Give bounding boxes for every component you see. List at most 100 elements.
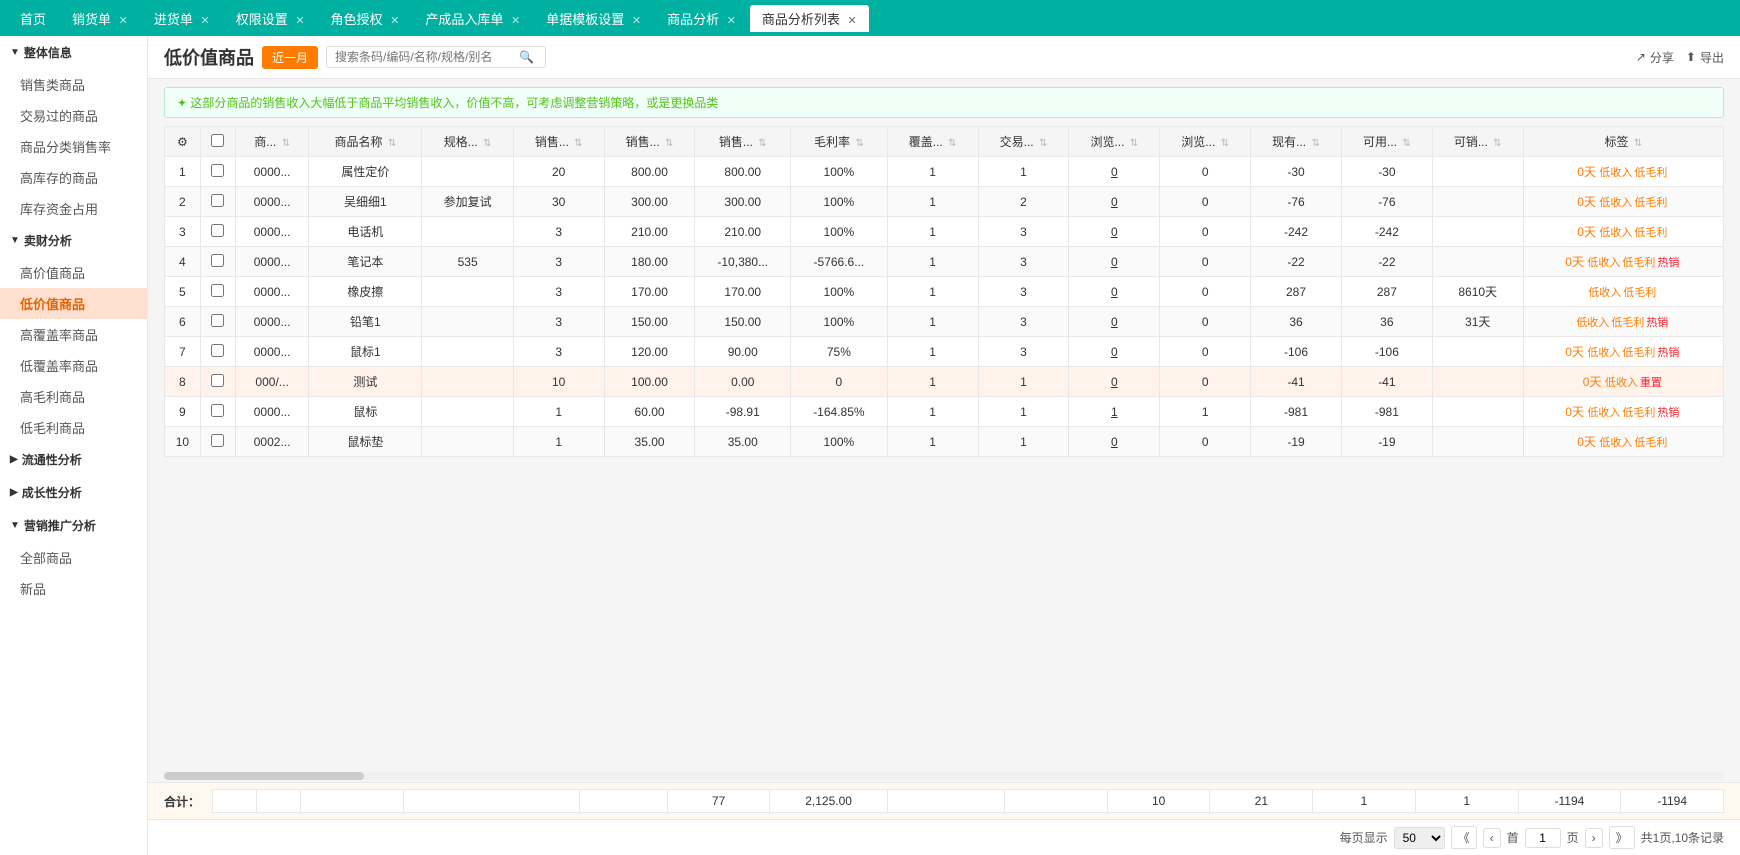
prev-page-button[interactable]: ‹ <box>1483 828 1501 848</box>
sidebar-item-high-inventory[interactable]: 高库存的商品 <box>0 162 147 193</box>
th-avail[interactable]: 可用... ⇅ <box>1341 127 1432 157</box>
th-trade[interactable]: 交易... ⇅ <box>978 127 1069 157</box>
td-checkbox[interactable] <box>200 217 235 247</box>
sidebar-section-liquidity[interactable]: ▶ 流通性分析 <box>0 443 147 476</box>
browse-link[interactable]: 0 <box>1111 225 1118 239</box>
nav-roles[interactable]: 角色授权 ✕ <box>319 5 412 32</box>
sidebar-section-finance[interactable]: ▼ 卖财分析 <box>0 224 147 257</box>
sidebar-item-low-coverage[interactable]: 低覆盖率商品 <box>0 350 147 381</box>
td-checkbox[interactable] <box>200 247 235 277</box>
nav-sales[interactable]: 销货单 ✕ <box>60 5 140 32</box>
td-checkbox[interactable] <box>200 397 235 427</box>
browse-link[interactable]: 0 <box>1111 285 1118 299</box>
td-browse1[interactable]: 0 <box>1069 217 1160 247</box>
td-browse1[interactable]: 0 <box>1069 157 1160 187</box>
th-spec[interactable]: 规格... ⇅ <box>422 127 513 157</box>
browse-link[interactable]: 0 <box>1111 375 1118 389</box>
page-number-input[interactable] <box>1525 828 1561 848</box>
sidebar-item-all-products[interactable]: 全部商品 <box>0 542 147 573</box>
td-checkbox[interactable] <box>200 277 235 307</box>
sidebar-item-category-rate[interactable]: 商品分类销售率 <box>0 131 147 162</box>
td-browse1[interactable]: 1 <box>1069 397 1160 427</box>
close-icon[interactable]: ✕ <box>295 15 304 27</box>
browse-link[interactable]: 0 <box>1111 255 1118 269</box>
sidebar-item-traded[interactable]: 交易过的商品 <box>0 100 147 131</box>
td-browse1[interactable]: 0 <box>1069 427 1160 457</box>
search-box[interactable]: 🔍 <box>326 46 546 68</box>
nav-analysis-list[interactable]: 商品分析列表 ✕ <box>750 5 869 32</box>
per-page-select[interactable]: 50 100 200 <box>1394 827 1445 849</box>
close-icon[interactable]: ✕ <box>727 15 736 27</box>
horizontal-scrollbar[interactable] <box>164 772 1724 780</box>
export-button[interactable]: ⬆ 导出 <box>1686 49 1724 66</box>
th-tags[interactable]: 标签 ⇅ <box>1523 127 1723 157</box>
nav-home[interactable]: 首页 <box>8 5 58 32</box>
sidebar-section-overall[interactable]: ▼ 整体信息 <box>0 36 147 69</box>
row-checkbox[interactable] <box>211 404 224 417</box>
row-checkbox[interactable] <box>211 314 224 327</box>
row-checkbox[interactable] <box>211 344 224 357</box>
sidebar-item-new-products[interactable]: 新品 <box>0 573 147 604</box>
row-checkbox[interactable] <box>211 374 224 387</box>
sidebar-item-low-margin[interactable]: 低毛利商品 <box>0 412 147 443</box>
browse-link[interactable]: 1 <box>1111 405 1118 419</box>
sidebar-section-growth[interactable]: ▶ 成长性分析 <box>0 476 147 509</box>
th-s2[interactable]: 销售... ⇅ <box>604 127 695 157</box>
sidebar-item-high-coverage[interactable]: 高覆盖率商品 <box>0 319 147 350</box>
td-checkbox[interactable] <box>200 427 235 457</box>
row-checkbox[interactable] <box>211 284 224 297</box>
browse-link[interactable]: 0 <box>1111 315 1118 329</box>
close-icon[interactable]: ✕ <box>632 15 641 27</box>
close-icon[interactable]: ✕ <box>511 15 520 27</box>
browse-link[interactable]: 0 <box>1111 435 1118 449</box>
th-code[interactable]: 商... ⇅ <box>236 127 309 157</box>
close-icon[interactable]: ✕ <box>390 15 399 27</box>
last-page-button[interactable]: 》 <box>1609 826 1635 849</box>
th-sell[interactable]: 可销... ⇅ <box>1432 127 1523 157</box>
td-browse1[interactable]: 0 <box>1069 247 1160 277</box>
row-checkbox[interactable] <box>211 254 224 267</box>
sidebar-item-sales-products[interactable]: 销售类商品 <box>0 69 147 100</box>
nav-template[interactable]: 单据模板设置 ✕ <box>534 5 653 32</box>
td-checkbox[interactable] <box>200 157 235 187</box>
th-s3[interactable]: 销售... ⇅ <box>695 127 791 157</box>
first-page-button[interactable]: 《 <box>1451 826 1477 849</box>
close-icon[interactable]: ✕ <box>119 15 128 27</box>
nav-permissions[interactable]: 权限设置 ✕ <box>224 5 317 32</box>
nav-analysis[interactable]: 商品分析 ✕ <box>655 5 748 32</box>
sidebar-section-marketing[interactable]: ▼ 营销推广分析 <box>0 509 147 542</box>
th-s1[interactable]: 销售... ⇅ <box>513 127 604 157</box>
select-all-checkbox[interactable] <box>211 134 224 147</box>
browse-link[interactable]: 0 <box>1111 345 1118 359</box>
td-browse1[interactable]: 0 <box>1069 367 1160 397</box>
td-checkbox[interactable] <box>200 307 235 337</box>
td-checkbox[interactable] <box>200 367 235 397</box>
td-browse1[interactable]: 0 <box>1069 337 1160 367</box>
th-cov[interactable]: 覆盖... ⇅ <box>887 127 978 157</box>
td-browse1[interactable]: 0 <box>1069 307 1160 337</box>
sidebar-item-high-value[interactable]: 高价值商品 <box>0 257 147 288</box>
td-checkbox[interactable] <box>200 337 235 367</box>
th-cur[interactable]: 现有... ⇅ <box>1251 127 1342 157</box>
share-button[interactable]: ↗ 分享 <box>1636 49 1674 66</box>
browse-link[interactable]: 0 <box>1111 165 1118 179</box>
next-page-button[interactable]: › <box>1585 828 1603 848</box>
row-checkbox[interactable] <box>211 224 224 237</box>
row-checkbox[interactable] <box>211 194 224 207</box>
th-name[interactable]: 商品名称 ⇅ <box>309 127 422 157</box>
sidebar-item-low-value[interactable]: 低价值商品 <box>0 288 147 319</box>
close-icon[interactable]: ✕ <box>200 15 209 27</box>
search-input[interactable] <box>335 50 515 64</box>
row-checkbox[interactable] <box>211 434 224 447</box>
sidebar-item-high-margin[interactable]: 高毛利商品 <box>0 381 147 412</box>
td-browse1[interactable]: 0 <box>1069 187 1160 217</box>
filter-recent-month-button[interactable]: 近一月 <box>262 46 318 69</box>
th-settings[interactable]: ⚙ <box>165 127 201 157</box>
close-icon[interactable]: ✕ <box>848 15 857 27</box>
td-browse1[interactable]: 0 <box>1069 277 1160 307</box>
browse-link[interactable]: 0 <box>1111 195 1118 209</box>
row-checkbox[interactable] <box>211 164 224 177</box>
nav-purchase[interactable]: 进货单 ✕ <box>142 5 222 32</box>
th-browse1[interactable]: 浏览... ⇅ <box>1069 127 1160 157</box>
th-checkbox[interactable] <box>200 127 235 157</box>
